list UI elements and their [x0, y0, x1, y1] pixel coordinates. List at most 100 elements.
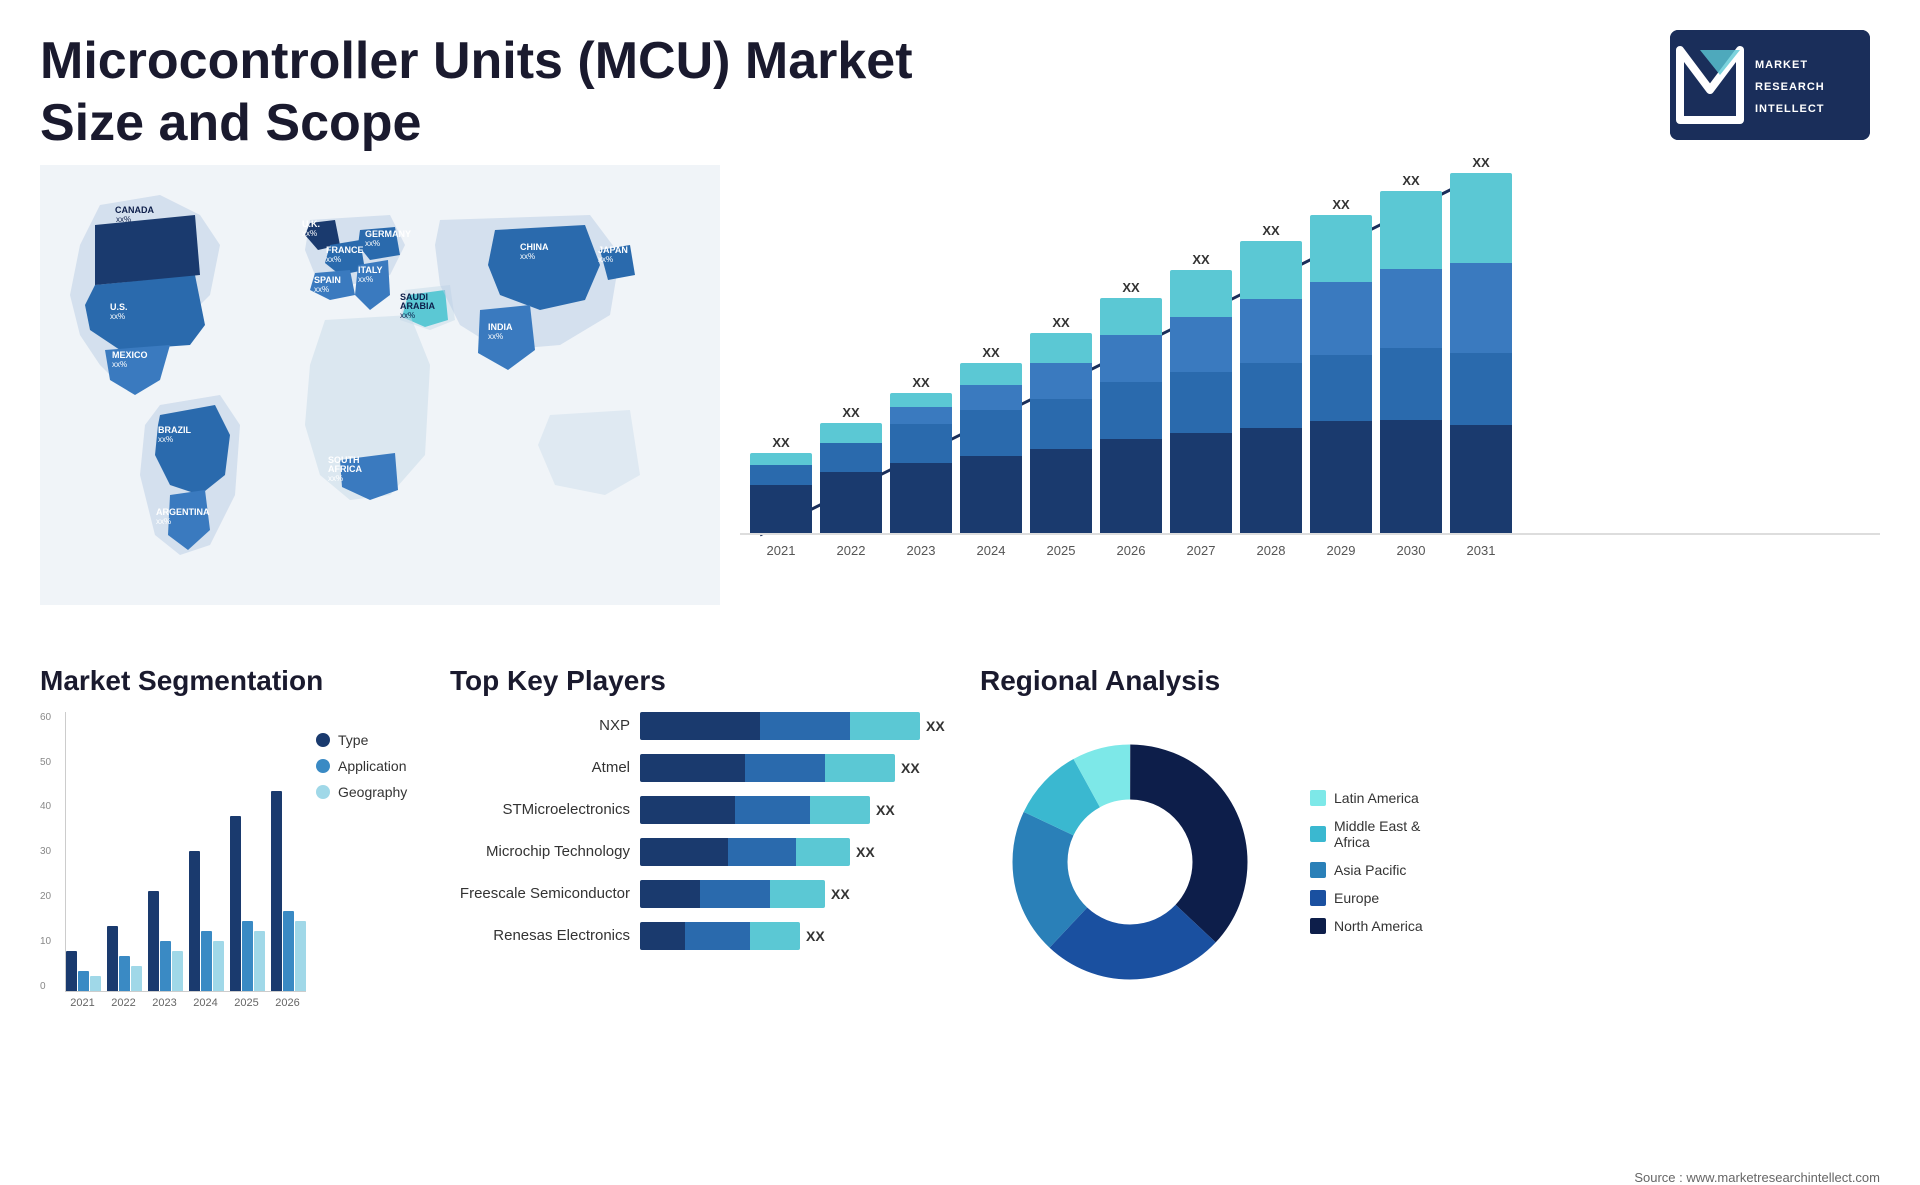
bar-seg3	[820, 423, 882, 443]
seg-chart-wrapper: 0 10 20 30 40 50 60	[40, 712, 420, 1009]
player-value-atmel: XX	[901, 760, 920, 776]
svg-text:xx%: xx%	[158, 435, 173, 444]
svg-text:U.K.: U.K.	[302, 219, 320, 229]
seg-bar-type-2024	[189, 851, 200, 991]
seg-bar-geo-2024	[213, 941, 224, 991]
svg-text:INDIA: INDIA	[488, 322, 513, 332]
player-row-freescale: Freescale Semiconductor XX	[450, 880, 950, 908]
svg-text:xx%: xx%	[488, 332, 503, 341]
legend-label-north-america: North America	[1334, 918, 1423, 934]
bar-stack-2026	[1100, 298, 1162, 533]
bar-seg2	[1030, 399, 1092, 449]
legend-item-application: Application	[316, 758, 407, 774]
player-row-atmel: Atmel XX	[450, 754, 950, 782]
seg-bars-and-labels: 2021 2022 2023 2024 2025 2026	[65, 712, 306, 1009]
page-title: Microcontroller Units (MCU) Market Size …	[40, 30, 940, 155]
svg-text:xx%: xx%	[328, 474, 343, 483]
legend-label-geography: Geography	[338, 784, 407, 800]
svg-text:INTELLECT: INTELLECT	[1755, 103, 1825, 115]
x-label-2028: 2028	[1240, 543, 1302, 558]
svg-text:MARKET: MARKET	[1755, 59, 1808, 71]
bar-seg1	[960, 456, 1022, 533]
seg-group-2026	[271, 791, 306, 991]
seg-bar-app-2021	[78, 971, 89, 991]
seg-bar-geo-2025	[254, 931, 265, 991]
bar-val-2025: XX	[1052, 315, 1069, 330]
legend-item-asia-pacific: Asia Pacific	[1310, 862, 1423, 878]
bar-seg3	[1240, 299, 1302, 363]
bar-val-2021: XX	[772, 435, 789, 450]
svg-text:BRAZIL: BRAZIL	[158, 425, 191, 435]
player-value-renesas: XX	[806, 928, 825, 944]
bar-2030: XX	[1380, 173, 1442, 533]
bar-stack-2031	[1450, 173, 1512, 533]
x-label-2024: 2024	[960, 543, 1022, 558]
legend-label-type: Type	[338, 732, 368, 748]
legend-dot-type	[316, 733, 330, 747]
bar-seg2	[1310, 355, 1372, 422]
legend-item-latin-america: Latin America	[1310, 790, 1423, 806]
seg-chart-area: 0 10 20 30 40 50 60	[40, 712, 306, 1009]
bar-seg1	[1100, 439, 1162, 533]
svg-text:xx%: xx%	[598, 255, 613, 264]
bar-seg1	[1380, 420, 1442, 533]
svg-text:CANADA: CANADA	[115, 205, 154, 215]
bar-seg3	[960, 385, 1022, 411]
main-content: CANADA xx% U.S. xx% MEXICO xx% BRAZIL xx…	[0, 165, 1920, 645]
bar-stack-2025	[1030, 333, 1092, 533]
bar-seg2	[1170, 372, 1232, 432]
player-row-renesas: Renesas Electronics XX	[450, 922, 950, 950]
x-label-2021: 2021	[750, 543, 812, 558]
bar-val-2027: XX	[1192, 252, 1209, 267]
bar-seg3	[1450, 263, 1512, 353]
player-bar-freescale: XX	[640, 880, 850, 908]
svg-text:xx%: xx%	[365, 239, 380, 248]
bar-seg2	[820, 443, 882, 473]
bar-2026: XX	[1100, 280, 1162, 533]
x-label-2031: 2031	[1450, 543, 1512, 558]
bar-seg3	[1170, 317, 1232, 372]
legend-item-north-america: North America	[1310, 918, 1423, 934]
seg-bar-app-2026	[283, 911, 294, 991]
svg-text:RESEARCH: RESEARCH	[1755, 81, 1825, 93]
bar-seg1	[1170, 433, 1232, 533]
bar-seg1	[1030, 449, 1092, 533]
player-row-nxp: NXP XX	[450, 712, 950, 740]
legend-color-latin-america	[1310, 790, 1326, 806]
player-bar-visual-renesas	[640, 922, 800, 950]
bar-val-2023: XX	[912, 375, 929, 390]
seg-bar-app-2025	[242, 921, 253, 991]
bar-seg4	[1030, 333, 1092, 363]
bar-seg1	[820, 472, 882, 533]
bar-seg4	[1240, 241, 1302, 299]
seg-bar-type-2023	[148, 891, 159, 991]
bar-seg2	[1450, 353, 1512, 425]
svg-text:ARABIA: ARABIA	[400, 301, 435, 311]
bar-seg1	[1240, 428, 1302, 533]
svg-text:xx%: xx%	[110, 312, 125, 321]
bar-seg4	[960, 363, 1022, 385]
player-value-freescale: XX	[831, 886, 850, 902]
bar-seg2	[750, 465, 812, 485]
legend-dot-geography	[316, 785, 330, 799]
player-name-microchip: Microchip Technology	[450, 843, 630, 860]
segmentation-title: Market Segmentation	[40, 665, 420, 697]
seg-bars	[65, 712, 306, 992]
logo-svg: MARKET RESEARCH INTELLECT	[1670, 30, 1870, 140]
seg-bar-app-2023	[160, 941, 171, 991]
bar-seg4	[1380, 191, 1442, 270]
bar-seg2	[1240, 363, 1302, 427]
bar-2031: XX	[1450, 155, 1512, 533]
player-bar-visual-stmicro	[640, 796, 870, 824]
bar-stack-2023	[890, 393, 952, 533]
player-name-atmel: Atmel	[450, 759, 630, 776]
bar-seg4	[1170, 270, 1232, 317]
svg-text:SPAIN: SPAIN	[314, 275, 341, 285]
player-bar-visual-freescale	[640, 880, 825, 908]
player-bar-stmicro: XX	[640, 796, 895, 824]
seg-bar-geo-2022	[131, 966, 142, 991]
bar-2021: XX	[750, 435, 812, 533]
svg-text:xx%: xx%	[112, 360, 127, 369]
legend-label-asia-pacific: Asia Pacific	[1334, 862, 1406, 878]
player-name-renesas: Renesas Electronics	[450, 927, 630, 944]
